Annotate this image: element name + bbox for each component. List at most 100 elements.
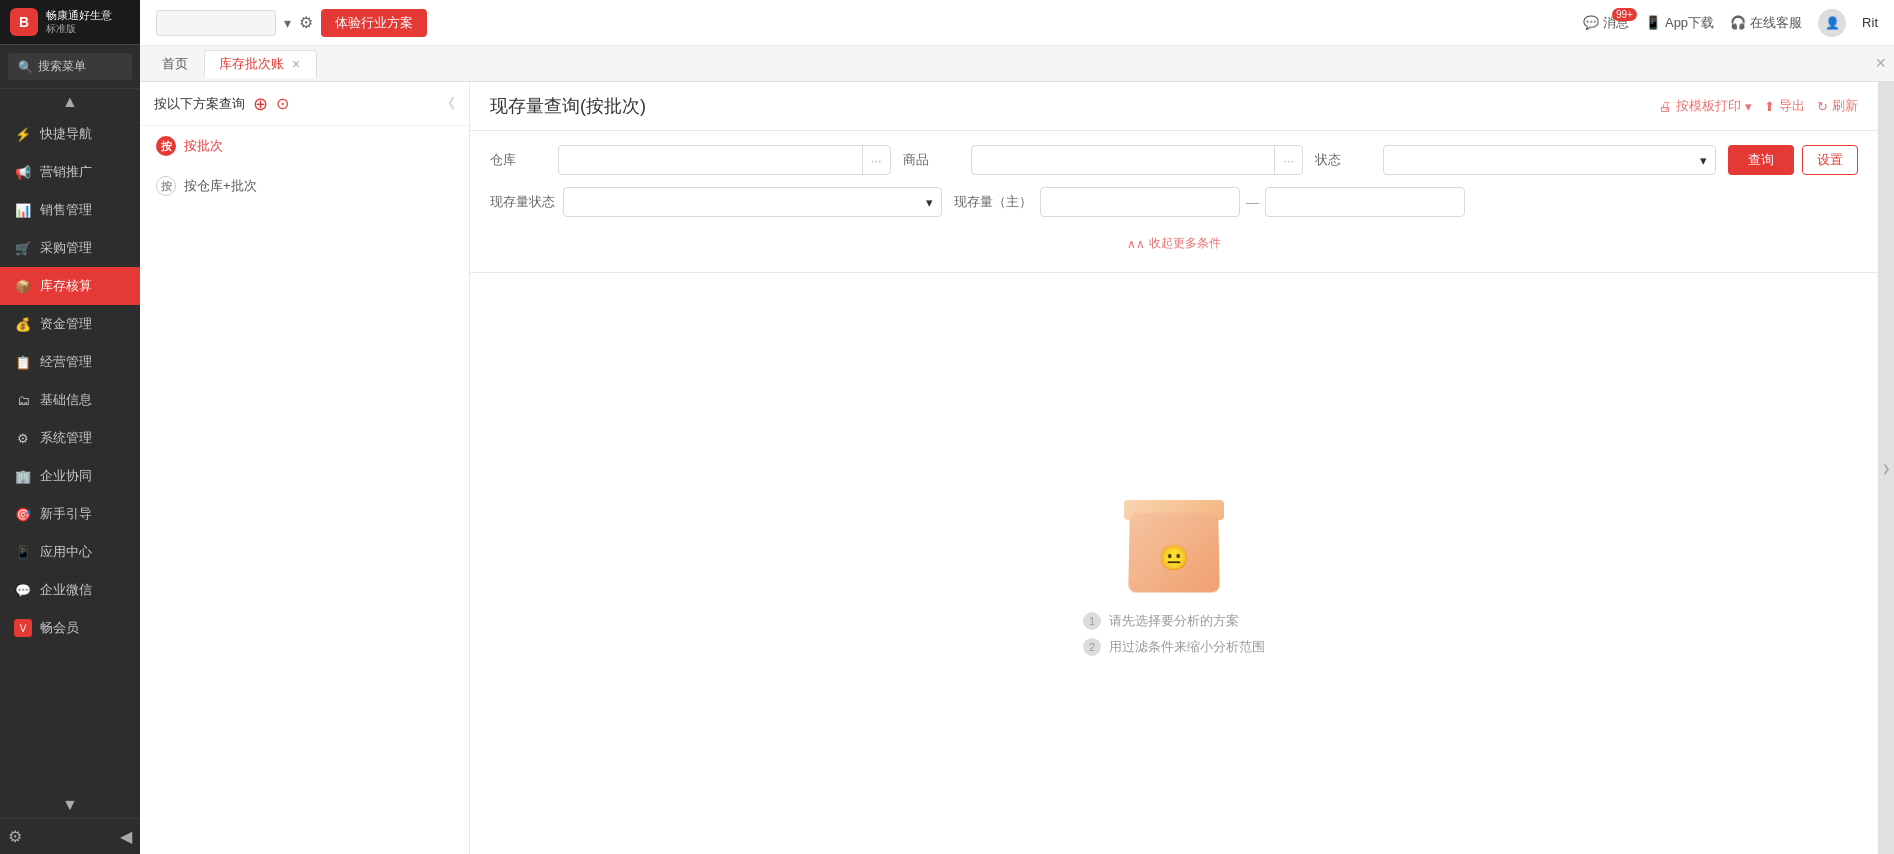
status-label: 状态 xyxy=(1315,151,1375,169)
settings-button[interactable]: 设置 xyxy=(1802,145,1858,175)
collapse-row: ∧∧ 收起更多条件 xyxy=(490,229,1858,258)
empty-tip-2: 2 用过滤条件来缩小分析范围 xyxy=(1083,638,1265,656)
footer-settings-button[interactable]: ⚙ xyxy=(8,827,22,846)
sidebar-item-quick-nav[interactable]: ⚡ 快捷导航 xyxy=(0,115,140,153)
sidebar-nav: ⚡ 快捷导航 📢 营销推广 📊 销售管理 🛒 采购管理 📦 库存核算 💰 资金管… xyxy=(0,115,140,792)
stock-qty-dash: — xyxy=(1240,195,1265,210)
empty-tips: 1 请先选择要分析的方案 2 用过滤条件来缩小分析范围 xyxy=(1083,612,1265,656)
page-body: 按以下方案查询 ⊕ ⊙ 《 按 按批次 按 按仓库+批次 现存量查询(按批次) xyxy=(140,82,1894,854)
export-icon: ⬆ xyxy=(1764,99,1775,114)
sidebar-item-inventory[interactable]: 📦 库存核算 xyxy=(0,267,140,305)
tab-home[interactable]: 首页 xyxy=(148,50,202,78)
refresh-icon: ↻ xyxy=(1817,99,1828,114)
sidebar-header: B 畅康通好生意 标准版 xyxy=(0,0,140,45)
product-field: 商品 ··· xyxy=(903,145,1304,175)
filter-collapse-button[interactable]: 《 xyxy=(441,95,455,113)
user-name: Rit xyxy=(1862,15,1878,30)
query-form: 仓库 ··· 商品 ··· xyxy=(470,131,1878,273)
guide-icon: 🎯 xyxy=(14,505,32,523)
main-area: ▾ ⚙ 体验行业方案 💬 消息 99+ 📱 App下载 🎧 在线客服 👤 Rit… xyxy=(140,0,1894,854)
product-more-button[interactable]: ··· xyxy=(1274,146,1302,174)
form-row-1: 仓库 ··· 商品 ··· xyxy=(490,145,1858,175)
app-download-button[interactable]: 📱 App下载 xyxy=(1645,14,1714,32)
more-dots-icon-2: ··· xyxy=(1283,153,1294,168)
empty-illustration: 😐 xyxy=(1114,472,1234,592)
warehouse-field: 仓库 ··· xyxy=(490,145,891,175)
tabbar: 首页 库存批次账 × × xyxy=(140,46,1894,82)
status-select[interactable]: ▾ xyxy=(1383,145,1716,175)
query-button[interactable]: 查询 xyxy=(1728,145,1794,175)
scroll-up-button[interactable]: ▲ xyxy=(0,89,140,115)
finance-icon: 💰 xyxy=(14,315,32,333)
filter-item-icon-warehouse-batch: 按 xyxy=(156,176,176,196)
sidebar-item-marketing[interactable]: 📢 营销推广 xyxy=(0,153,140,191)
product-input[interactable] xyxy=(972,146,1275,174)
box-face: 😐 xyxy=(1159,544,1189,572)
tab-close-button[interactable]: × xyxy=(290,57,302,71)
sidebar-item-guide[interactable]: 🎯 新手引导 xyxy=(0,495,140,533)
sidebar-item-purchase[interactable]: 🛒 采购管理 xyxy=(0,229,140,267)
sidebar-item-system[interactable]: ⚙ 系统管理 xyxy=(0,419,140,457)
headset-icon: 🎧 xyxy=(1730,15,1746,30)
sidebar-search-area: 🔍 搜索菜单 xyxy=(0,45,140,89)
online-service-button[interactable]: 🎧 在线客服 xyxy=(1730,14,1802,32)
mobile-icon: 📱 xyxy=(1645,15,1661,30)
sidebar-item-finance[interactable]: 💰 资金管理 xyxy=(0,305,140,343)
experience-industry-button[interactable]: 体验行业方案 xyxy=(321,9,427,37)
app-logo: B xyxy=(10,8,38,36)
apps-icon: 📱 xyxy=(14,543,32,561)
form-row-2: 现存量状态 ▾ 现存量（主） — xyxy=(490,187,1858,217)
sidebar-item-basic[interactable]: 🗂 基础信息 xyxy=(0,381,140,419)
stock-status-select[interactable]: ▾ xyxy=(563,187,942,217)
scroll-down-button[interactable]: ▼ xyxy=(0,792,140,818)
enterprise-icon: 🏢 xyxy=(14,467,32,485)
sidebar-item-wechat[interactable]: 💬 企业微信 xyxy=(0,571,140,609)
search-menu-button[interactable]: 🔍 搜索菜单 xyxy=(8,53,132,80)
refresh-button[interactable]: ↻ 刷新 xyxy=(1817,97,1858,115)
basic-icon: 🗂 xyxy=(14,391,32,409)
topbar-right: 💬 消息 99+ 📱 App下载 🎧 在线客服 👤 Rit xyxy=(1583,9,1878,37)
more-dots-icon: ··· xyxy=(871,153,882,168)
filter-item-warehouse-batch[interactable]: 按 按仓库+批次 xyxy=(140,166,469,206)
warehouse-input[interactable] xyxy=(559,146,862,174)
topbar-gear-button[interactable]: ⚙ xyxy=(299,13,313,32)
print-dropdown-icon: ▾ xyxy=(1745,99,1752,114)
filter-add-button[interactable]: ⊕ xyxy=(253,95,268,113)
title-actions: 🖨 按模板打印 ▾ ⬆ 导出 ↻ 刷新 xyxy=(1659,97,1858,115)
sidebar-item-sales[interactable]: 📊 销售管理 xyxy=(0,191,140,229)
filter-settings-button[interactable]: ⊙ xyxy=(276,94,289,113)
sidebar-collapse-button[interactable]: ◀ xyxy=(120,827,132,846)
empty-tip-1: 1 请先选择要分析的方案 xyxy=(1083,612,1239,630)
system-icon: ⚙ xyxy=(14,429,32,447)
topbar-search-input[interactable] xyxy=(156,10,276,36)
topbar-dropdown-button[interactable]: ▾ xyxy=(284,15,291,31)
right-panel-hint[interactable]: ❯ xyxy=(1878,82,1894,854)
user-avatar[interactable]: 👤 xyxy=(1818,9,1846,37)
message-icon: 💬 xyxy=(1583,15,1599,30)
product-input-wrapper: ··· xyxy=(971,145,1304,175)
filter-panel-title: 按以下方案查询 xyxy=(154,95,245,113)
stock-qty-max-input[interactable] xyxy=(1265,187,1465,217)
marketing-icon: 📢 xyxy=(14,163,32,181)
stock-qty-min-input[interactable] xyxy=(1040,187,1240,217)
chevron-up-icon: ∧∧ xyxy=(1127,237,1145,251)
collapse-conditions-button[interactable]: ∧∧ 收起更多条件 xyxy=(1127,235,1221,252)
messages-button[interactable]: 💬 消息 99+ xyxy=(1583,14,1629,32)
close-all-tabs-button[interactable]: × xyxy=(1875,53,1886,74)
print-button[interactable]: 🖨 按模板打印 ▾ xyxy=(1659,97,1752,115)
stock-qty-field: 现存量（主） — xyxy=(954,187,1858,217)
sidebar-item-operations[interactable]: 📋 经营管理 xyxy=(0,343,140,381)
sidebar-item-member[interactable]: V 畅会员 xyxy=(0,609,140,647)
warehouse-input-wrapper: ··· xyxy=(558,145,891,175)
topbar: ▾ ⚙ 体验行业方案 💬 消息 99+ 📱 App下载 🎧 在线客服 👤 Rit xyxy=(140,0,1894,46)
sales-icon: 📊 xyxy=(14,201,32,219)
stock-status-field: 现存量状态 ▾ xyxy=(490,187,942,217)
warehouse-more-button[interactable]: ··· xyxy=(862,146,890,174)
filter-item-batch[interactable]: 按 按批次 xyxy=(140,126,469,166)
sidebar-item-enterprise[interactable]: 🏢 企业协同 xyxy=(0,457,140,495)
tab-inventory-batch[interactable]: 库存批次账 × xyxy=(204,50,317,78)
sidebar-item-apps[interactable]: 📱 应用中心 xyxy=(0,533,140,571)
filter-item-icon-batch: 按 xyxy=(156,136,176,156)
export-button[interactable]: ⬆ 导出 xyxy=(1764,97,1805,115)
warehouse-label: 仓库 xyxy=(490,151,550,169)
